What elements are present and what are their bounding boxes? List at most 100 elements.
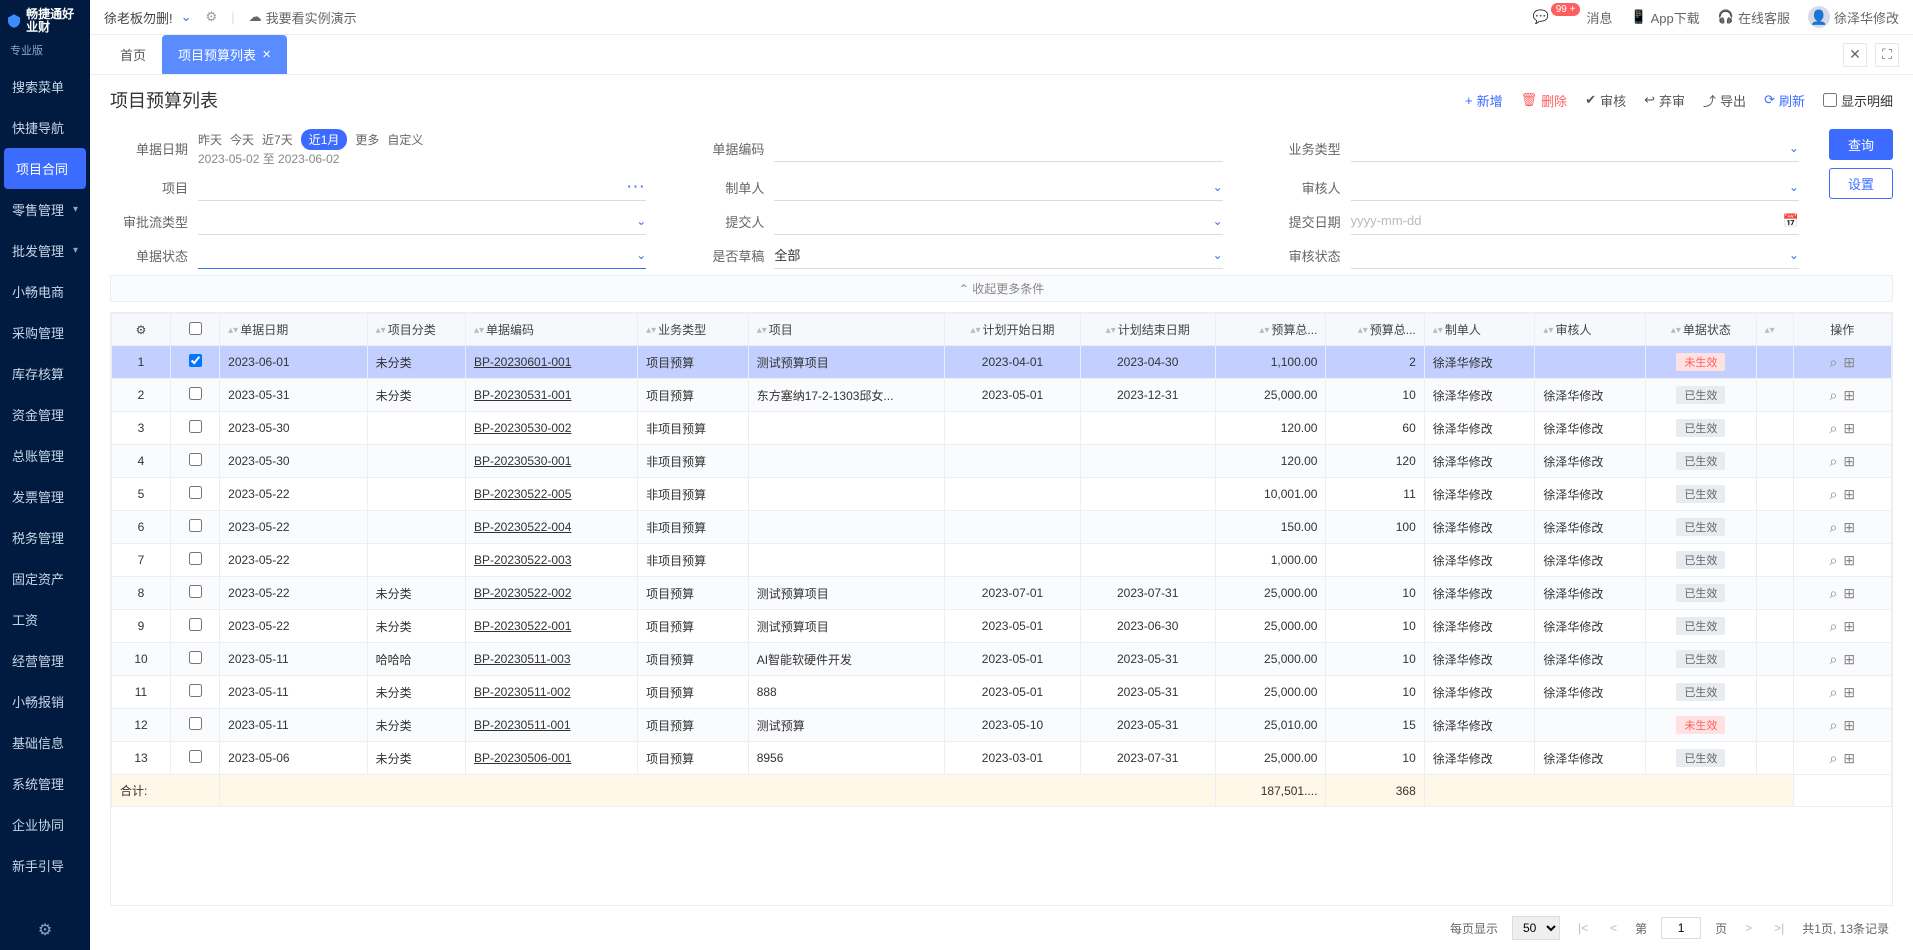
code-link[interactable]: BP-20230530-001 xyxy=(474,454,571,468)
th-maker[interactable]: ▴▾制单人 xyxy=(1424,314,1535,346)
code-input[interactable] xyxy=(774,134,1222,162)
sidebar-item-1[interactable]: 快捷导航 xyxy=(0,107,90,148)
collapse-filters-button[interactable]: ⌃ 收起更多条件 xyxy=(110,275,1893,302)
th-checkbox[interactable] xyxy=(171,314,220,346)
sidebar-item-15[interactable]: 小畅报销 xyxy=(0,681,90,722)
tab-home[interactable]: 首页 xyxy=(104,35,162,74)
view-icon[interactable]: ⌕ xyxy=(1829,651,1837,667)
btype-select[interactable]: ⌄ xyxy=(1351,134,1799,162)
row-checkbox[interactable] xyxy=(189,684,202,697)
th-end[interactable]: ▴▾计划结束日期 xyxy=(1080,314,1215,346)
draft-select[interactable]: 全部⌄ xyxy=(774,241,1222,269)
code-link[interactable]: BP-20230522-005 xyxy=(474,487,571,501)
settings-gear-icon[interactable]: ⚙ xyxy=(0,910,90,950)
sidebar-item-11[interactable]: 税务管理 xyxy=(0,517,90,558)
fullscreen-button[interactable]: ⛶ xyxy=(1875,43,1899,67)
add-button[interactable]: +新增 xyxy=(1465,91,1503,110)
sidebar-item-18[interactable]: 企业协同 xyxy=(0,804,90,845)
more-icon[interactable]: ⊞ xyxy=(1843,585,1855,601)
delete-button[interactable]: 🗑删除 xyxy=(1521,91,1568,110)
code-link[interactable]: BP-20230522-004 xyxy=(474,520,571,534)
audit-status-select[interactable]: ⌄ xyxy=(1351,241,1799,269)
table-row[interactable]: 122023-05-11未分类BP-20230511-001项目预算测试预算20… xyxy=(112,709,1892,742)
more-icon[interactable]: ⊞ xyxy=(1843,354,1855,370)
row-checkbox[interactable] xyxy=(189,453,202,466)
app-download-button[interactable]: 📱 App下载 xyxy=(1630,8,1699,27)
table-row[interactable]: 52023-05-22BP-20230522-005非项目预算10,001.00… xyxy=(112,478,1892,511)
th-amount1[interactable]: ▴▾预算总... xyxy=(1215,314,1326,346)
flow-select[interactable]: ⌄ xyxy=(198,207,646,235)
quick-yesterday[interactable]: 昨天 xyxy=(198,131,222,148)
table-row[interactable]: 112023-05-11未分类BP-20230511-002项目预算888202… xyxy=(112,676,1892,709)
sidebar-item-13[interactable]: 工资 xyxy=(0,599,90,640)
view-icon[interactable]: ⌕ xyxy=(1829,552,1837,568)
th-category[interactable]: ▴▾项目分类 xyxy=(367,314,465,346)
quick-custom[interactable]: 自定义 xyxy=(387,131,423,148)
abandon-button[interactable]: ↩弃审 xyxy=(1644,91,1685,110)
code-link[interactable]: BP-20230601-001 xyxy=(474,355,571,369)
th-date[interactable]: ▴▾单据日期 xyxy=(220,314,368,346)
user-menu[interactable]: 👤 徐泽华修改 xyxy=(1808,6,1899,28)
th-code[interactable]: ▴▾单据编码 xyxy=(465,314,637,346)
code-link[interactable]: BP-20230506-001 xyxy=(474,751,571,765)
more-icon[interactable]: ⊞ xyxy=(1843,552,1855,568)
search-button[interactable]: 查询 xyxy=(1829,129,1893,160)
more-icon[interactable]: ⊞ xyxy=(1843,651,1855,667)
more-icon[interactable]: ⊞ xyxy=(1843,453,1855,469)
table-row[interactable]: 102023-05-11哈哈哈BP-20230511-003项目预算AI智能软硬… xyxy=(112,643,1892,676)
table-row[interactable]: 42023-05-30BP-20230530-001非项目预算120.00120… xyxy=(112,445,1892,478)
view-icon[interactable]: ⌕ xyxy=(1829,453,1837,469)
maker-select[interactable]: ⌄ xyxy=(774,173,1222,201)
online-service-button[interactable]: 🎧 在线客服 xyxy=(1718,8,1790,27)
sidebar-item-9[interactable]: 总账管理 xyxy=(0,435,90,476)
th-start[interactable]: ▴▾计划开始日期 xyxy=(945,314,1080,346)
page-first-button[interactable]: |< xyxy=(1574,921,1592,935)
row-checkbox[interactable] xyxy=(189,717,202,730)
table-row[interactable]: 32023-05-30BP-20230530-002非项目预算120.0060徐… xyxy=(112,412,1892,445)
sidebar-item-4[interactable]: 批发管理▾ xyxy=(0,230,90,271)
row-checkbox[interactable] xyxy=(189,354,202,367)
more-icon[interactable]: ⊞ xyxy=(1843,717,1855,733)
more-icon[interactable]: ⊞ xyxy=(1843,684,1855,700)
th-amount2[interactable]: ▴▾预算总... xyxy=(1326,314,1424,346)
row-checkbox[interactable] xyxy=(189,651,202,664)
view-icon[interactable]: ⌕ xyxy=(1829,354,1837,370)
demo-link[interactable]: ☁ 我要看实例演示 xyxy=(249,8,357,27)
table-row[interactable]: 62023-05-22BP-20230522-004非项目预算150.00100… xyxy=(112,511,1892,544)
th-flag[interactable]: ▴▾ xyxy=(1756,314,1793,346)
sidebar-item-3[interactable]: 零售管理▾ xyxy=(0,189,90,230)
th-settings[interactable]: ⚙ xyxy=(112,314,171,346)
view-icon[interactable]: ⌕ xyxy=(1829,519,1837,535)
per-page-select[interactable]: 50 xyxy=(1512,916,1560,940)
view-icon[interactable]: ⌕ xyxy=(1829,717,1837,733)
th-project[interactable]: ▴▾项目 xyxy=(748,314,945,346)
code-link[interactable]: BP-20230522-003 xyxy=(474,553,571,567)
export-button[interactable]: ⤴导出 xyxy=(1703,91,1746,110)
sidebar-item-10[interactable]: 发票管理 xyxy=(0,476,90,517)
sidebar-item-19[interactable]: 新手引导 xyxy=(0,845,90,886)
sidebar-item-0[interactable]: 搜索菜单 xyxy=(0,66,90,107)
status-select[interactable]: ⌄ xyxy=(198,241,646,269)
page-last-button[interactable]: >| xyxy=(1770,921,1788,935)
view-icon[interactable]: ⌕ xyxy=(1829,585,1837,601)
table-row[interactable]: 22023-05-31未分类BP-20230531-001项目预算东方塞纳17-… xyxy=(112,379,1892,412)
code-link[interactable]: BP-20230511-002 xyxy=(474,685,571,699)
audit-button[interactable]: ✔审核 xyxy=(1585,91,1626,110)
row-checkbox[interactable] xyxy=(189,585,202,598)
messages-button[interactable]: 💬 99 + 消息 xyxy=(1533,8,1613,27)
quick-today[interactable]: 今天 xyxy=(230,131,254,148)
sidebar-item-7[interactable]: 库存核算 xyxy=(0,353,90,394)
org-selector[interactable]: 徐老板勿删! ⌄ xyxy=(104,8,192,27)
sidebar-item-5[interactable]: 小畅电商 xyxy=(0,271,90,312)
auditor-select[interactable]: ⌄ xyxy=(1351,173,1799,201)
page-prev-button[interactable]: < xyxy=(1606,921,1621,935)
more-icon[interactable]: ⊞ xyxy=(1843,486,1855,502)
more-icon[interactable]: ⊞ xyxy=(1843,750,1855,766)
sidebar-item-14[interactable]: 经营管理 xyxy=(0,640,90,681)
quick-month[interactable]: 近1月 xyxy=(301,129,348,150)
close-all-tabs-button[interactable]: ✕ xyxy=(1843,43,1867,67)
sidebar-item-8[interactable]: 资金管理 xyxy=(0,394,90,435)
row-checkbox[interactable] xyxy=(189,387,202,400)
submitter-select[interactable]: ⌄ xyxy=(774,207,1222,235)
page-input[interactable] xyxy=(1661,917,1701,939)
